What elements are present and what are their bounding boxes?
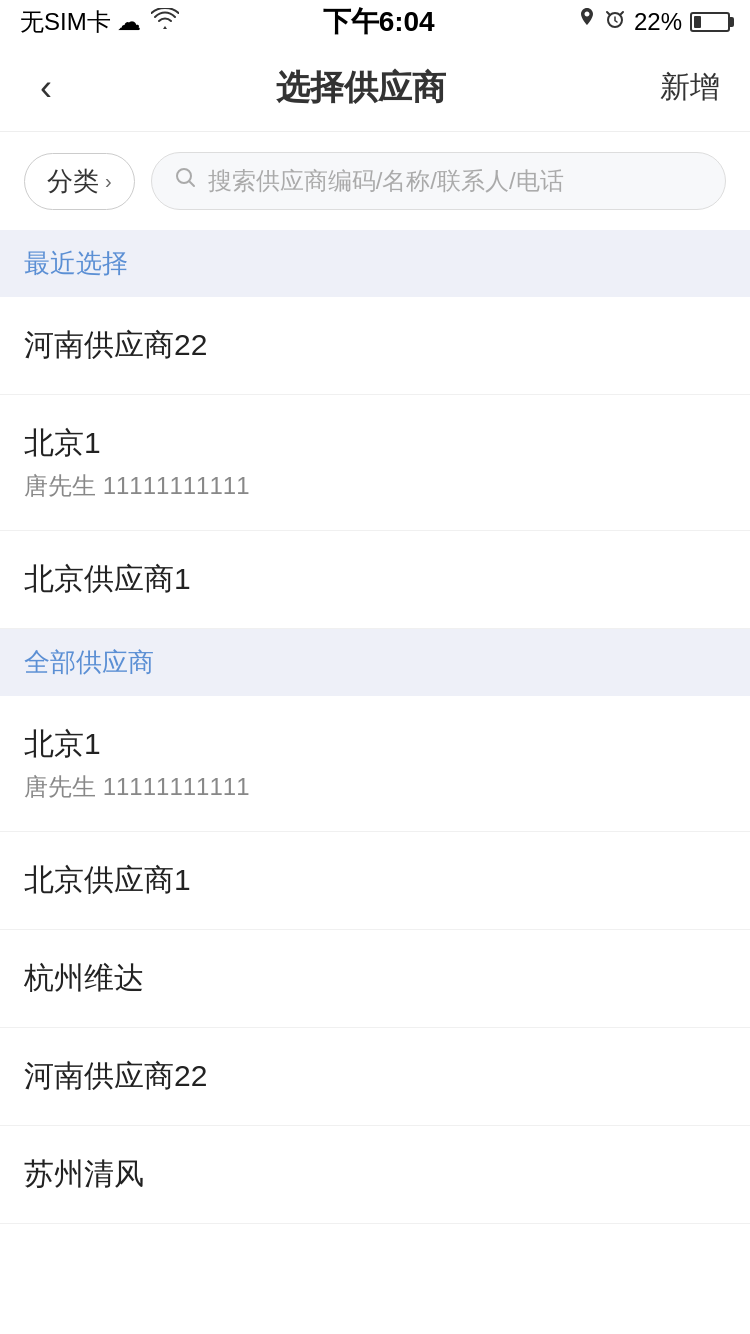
item-name: 河南供应商22 bbox=[24, 325, 726, 366]
list-item[interactable]: 北京1 唐先生 11111111111 bbox=[0, 696, 750, 832]
item-sub: 唐先生 11111111111 bbox=[24, 470, 726, 502]
item-name: 苏州清风 bbox=[24, 1154, 726, 1195]
list-item[interactable]: 河南供应商22 bbox=[0, 1028, 750, 1126]
item-name: 北京供应商1 bbox=[24, 559, 726, 600]
list-item[interactable]: 苏州清风 bbox=[0, 1126, 750, 1224]
all-items-list: 北京1 唐先生 11111111111 北京供应商1 杭州维达河南供应商22 苏州清风 bbox=[0, 696, 750, 1224]
list-item[interactable]: 杭州维达 bbox=[0, 930, 750, 1028]
item-name: 杭州维达 bbox=[24, 958, 726, 999]
battery-icon bbox=[690, 12, 730, 32]
category-button[interactable]: 分类 › bbox=[24, 153, 135, 210]
list-item[interactable]: 北京供应商1 bbox=[0, 832, 750, 930]
list-item[interactable]: 河南供应商22 bbox=[0, 297, 750, 395]
list-item[interactable]: 北京1 唐先生 11111111111 bbox=[0, 395, 750, 531]
nav-bar: ‹ 选择供应商 新增 bbox=[0, 44, 750, 132]
recent-section-header: 最近选择 bbox=[0, 230, 750, 297]
battery-label: 22% bbox=[634, 8, 682, 36]
status-time: 下午6:04 bbox=[323, 3, 435, 41]
all-section-header: 全部供应商 bbox=[0, 629, 750, 696]
search-icon bbox=[174, 166, 198, 197]
location-icon bbox=[578, 8, 596, 36]
back-button[interactable]: ‹ bbox=[30, 57, 62, 119]
item-name: 河南供应商22 bbox=[24, 1056, 726, 1097]
status-left: 无SIM卡 ☁ bbox=[20, 6, 179, 38]
search-placeholder: 搜索供应商编码/名称/联系人/电话 bbox=[208, 165, 564, 197]
filter-bar: 分类 › 搜索供应商编码/名称/联系人/电话 bbox=[0, 132, 750, 230]
search-box[interactable]: 搜索供应商编码/名称/联系人/电话 bbox=[151, 152, 726, 210]
item-sub: 唐先生 11111111111 bbox=[24, 771, 726, 803]
item-name: 北京1 bbox=[24, 724, 726, 765]
wifi-icon bbox=[151, 8, 179, 36]
item-name: 北京1 bbox=[24, 423, 726, 464]
category-label: 分类 bbox=[47, 164, 99, 199]
item-name: 北京供应商1 bbox=[24, 860, 726, 901]
page-title: 选择供应商 bbox=[276, 65, 446, 111]
alarm-icon bbox=[604, 8, 626, 36]
status-right: 22% bbox=[578, 8, 730, 36]
list-item[interactable]: 北京供应商1 bbox=[0, 531, 750, 629]
recent-items-list: 河南供应商22 北京1 唐先生 11111111111 北京供应商1 bbox=[0, 297, 750, 629]
no-sim-label: 无SIM卡 ☁ bbox=[20, 6, 141, 38]
status-bar: 无SIM卡 ☁ 下午6:04 22% bbox=[0, 0, 750, 44]
add-button[interactable]: 新增 bbox=[660, 67, 720, 108]
chevron-right-icon: › bbox=[105, 170, 112, 193]
